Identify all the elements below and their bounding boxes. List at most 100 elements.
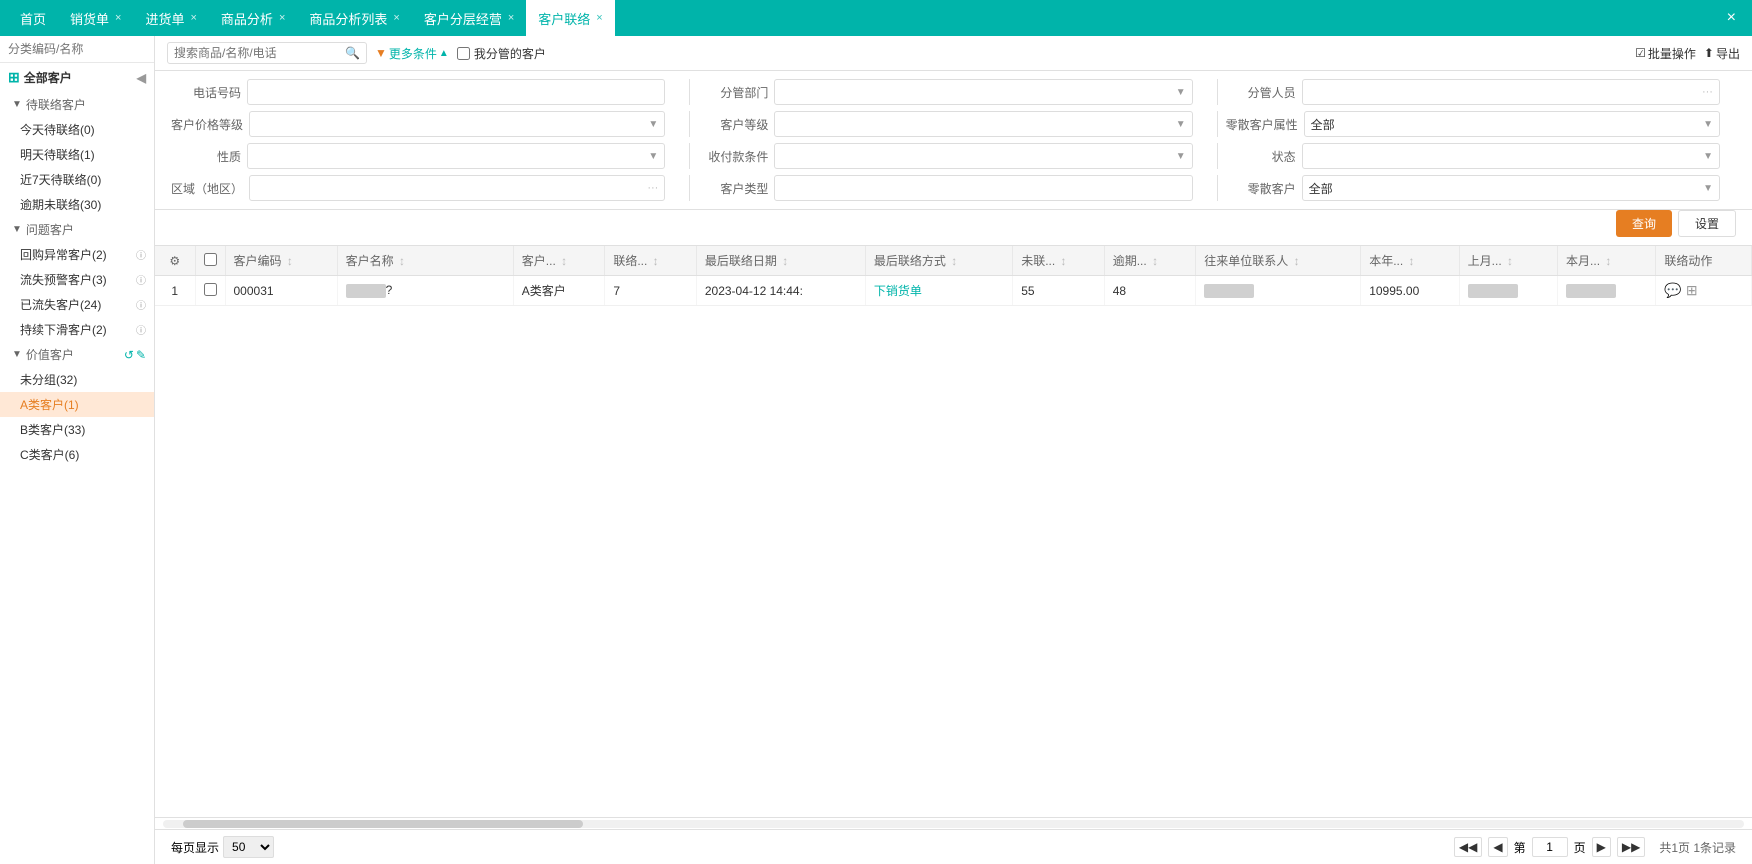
- query-button[interactable]: 查询: [1616, 210, 1672, 237]
- field-nature-select[interactable]: ▼: [247, 143, 665, 169]
- field-region-input[interactable]: ···: [249, 175, 665, 201]
- sidebar-item-1-3[interactable]: 持续下滑客户(2) ⓘ: [0, 317, 154, 342]
- th-action[interactable]: 联络动作: [1656, 246, 1752, 276]
- sidebar-section-0[interactable]: ▼待联络客户: [0, 92, 154, 117]
- th-level[interactable]: 客户... ↕: [513, 246, 605, 276]
- last-method-link-0[interactable]: 下销货单: [874, 284, 922, 298]
- nav-tab-customer-layer[interactable]: 客户分层经营 ×: [412, 0, 526, 36]
- export-btn[interactable]: ⬆ 导出: [1704, 45, 1740, 62]
- row-checkbox-0[interactable]: [204, 283, 217, 296]
- batch-op-btn[interactable]: ☑ 批量操作: [1635, 45, 1696, 62]
- horizontal-scrollbar[interactable]: [155, 817, 1752, 829]
- sidebar-item-label-2-0: 未分组(32): [20, 371, 77, 388]
- page-size-select[interactable]: 501020100: [223, 836, 274, 858]
- field-dept-select[interactable]: ▼: [774, 79, 1192, 105]
- settings-button[interactable]: 设置: [1678, 210, 1736, 237]
- section-refresh-icon[interactable]: ↺: [124, 348, 134, 362]
- th-linkman[interactable]: 往来单位联系人 ↕: [1196, 246, 1361, 276]
- sidebar-item-0-1[interactable]: 明天待联络(1): [0, 142, 154, 167]
- field-status-select[interactable]: ▼: [1302, 143, 1720, 169]
- grid-icon-0[interactable]: ⊞: [1686, 282, 1698, 299]
- section-edit-icon[interactable]: ✎: [136, 348, 146, 362]
- field-customer-type: 客户类型: [698, 175, 1208, 201]
- sidebar-item-label-1-3: 持续下滑客户(2): [20, 321, 107, 338]
- sidebar-item-0-0[interactable]: 今天待联络(0): [0, 117, 154, 142]
- field-person-input[interactable]: ···: [1302, 79, 1720, 105]
- next-page-btn[interactable]: ▶: [1592, 837, 1611, 857]
- sidebar-item-info-icon-1-3[interactable]: ⓘ: [136, 322, 146, 337]
- cell-last-method-0[interactable]: 下销货单: [865, 276, 1012, 306]
- field-phone-label: 电话号码: [171, 84, 241, 101]
- sidebar-item-info-icon-1-0[interactable]: ⓘ: [136, 247, 146, 262]
- last-page-btn[interactable]: ▶▶: [1617, 837, 1645, 857]
- sidebar-item-label-2-2: B类客户(33): [20, 421, 85, 438]
- sidebar-item-2-2[interactable]: B类客户(33): [0, 417, 154, 442]
- sidebar-collapse-btn[interactable]: ◀: [137, 71, 146, 85]
- sidebar-item-1-2[interactable]: 已流失客户(24)ⓘ: [0, 292, 154, 317]
- sidebar-section-1[interactable]: ▼问题客户: [0, 217, 154, 242]
- field-customer-type-input[interactable]: [774, 175, 1192, 201]
- field-price-level: 客户价格等级 ▼: [171, 111, 681, 137]
- th-contact[interactable]: 联络... ↕: [605, 246, 697, 276]
- window-close-btn[interactable]: ×: [1719, 9, 1744, 27]
- main-search-icon[interactable]: 🔍: [345, 46, 360, 60]
- page-number-input[interactable]: [1532, 837, 1568, 857]
- th-name[interactable]: 客户名称 ↕: [337, 246, 513, 276]
- sidebar-item-1-1[interactable]: 流失预警客户(3)ⓘ: [0, 267, 154, 292]
- chat-icon-0[interactable]: 💬: [1664, 282, 1681, 299]
- nav-tab-goods-list[interactable]: 商品分析列表 ×: [297, 0, 411, 36]
- sidebar-all-customers[interactable]: ⊞ 全部客户 ◀: [0, 63, 154, 92]
- prev-page-btn[interactable]: ◀: [1488, 837, 1507, 857]
- select-all-checkbox[interactable]: [204, 253, 217, 266]
- sidebar-item-info-icon-1-2[interactable]: ⓘ: [136, 297, 146, 312]
- nav-tab-customer-contact[interactable]: 客户联络 ×: [526, 0, 614, 36]
- filter-my-customers[interactable]: 我分管的客户: [457, 45, 546, 62]
- main-search-input[interactable]: [174, 46, 341, 60]
- th-no-contact[interactable]: 未联... ↕: [1013, 246, 1105, 276]
- sidebar-item-2-3[interactable]: C类客户(6): [0, 442, 154, 467]
- close-tab-goods-list[interactable]: ×: [393, 12, 399, 24]
- nav-tab-goods-analysis[interactable]: 商品分析 ×: [209, 0, 297, 36]
- first-page-btn[interactable]: ◀◀: [1454, 837, 1482, 857]
- field-retail-attr-label: 零散客户属性: [1226, 116, 1298, 133]
- th-overdue[interactable]: 逾期... ↕: [1104, 246, 1196, 276]
- sidebar-search-input[interactable]: [8, 42, 155, 56]
- close-tab-goods-analysis[interactable]: ×: [279, 12, 285, 24]
- sidebar-item-2-1[interactable]: A类客户(1): [0, 392, 154, 417]
- sidebar-item-0-3[interactable]: 逾期未联络(30): [0, 192, 154, 217]
- field-customer-level-select[interactable]: ▼: [774, 111, 1192, 137]
- close-tab-purchase[interactable]: ×: [190, 12, 196, 24]
- sidebar-item-2-0[interactable]: 未分组(32): [0, 367, 154, 392]
- th-last-date[interactable]: 最后联络日期 ↕: [696, 246, 865, 276]
- th-this-month[interactable]: 本月... ↕: [1558, 246, 1656, 276]
- nav-tab-sales[interactable]: 销货单 ×: [58, 0, 133, 36]
- nav-tab-home[interactable]: 首页: [8, 0, 58, 36]
- scroll-thumb[interactable]: [183, 820, 583, 828]
- field-person: 分管人员 ···: [1226, 79, 1736, 105]
- data-table-area: ⚙ 客户编码 ↕ 客户名称 ↕ 客户... ↕ 联络... ↕ 最后联络日期 ↕…: [155, 246, 1752, 817]
- close-tab-sales[interactable]: ×: [115, 12, 121, 24]
- page-size-label: 每页显示: [171, 839, 219, 856]
- th-last-month[interactable]: 上月... ↕: [1459, 246, 1557, 276]
- field-phone-input[interactable]: [247, 79, 665, 105]
- close-tab-customer-contact[interactable]: ×: [596, 12, 602, 24]
- nav-tab-purchase[interactable]: 进货单 ×: [133, 0, 208, 36]
- my-customers-checkbox[interactable]: [457, 47, 470, 60]
- th-this-year[interactable]: 本年... ↕: [1361, 246, 1459, 276]
- sidebar-section-2[interactable]: ▼价值客户↺✎: [0, 342, 154, 367]
- th-last-method[interactable]: 最后联络方式 ↕: [865, 246, 1012, 276]
- sidebar-item-info-icon-1-1[interactable]: ⓘ: [136, 272, 146, 287]
- field-retail-attr-select[interactable]: 全部▼: [1304, 111, 1720, 137]
- field-retail-customer-select[interactable]: 全部▼: [1302, 175, 1720, 201]
- adv-filter: 电话号码 分管部门 ▼ 分管人员 ···: [155, 71, 1752, 246]
- close-tab-customer-layer[interactable]: ×: [508, 12, 514, 24]
- th-code[interactable]: 客户编码 ↕: [225, 246, 337, 276]
- field-payment-select[interactable]: ▼: [774, 143, 1192, 169]
- th-settings[interactable]: ⚙: [155, 246, 195, 276]
- cell-check-0[interactable]: [195, 276, 225, 306]
- th-check[interactable]: [195, 246, 225, 276]
- filter-more-btn[interactable]: ▼ 更多条件 ▲: [375, 45, 449, 62]
- sidebar-item-0-2[interactable]: 近7天待联络(0): [0, 167, 154, 192]
- sidebar-item-1-0[interactable]: 回购异常客户(2)ⓘ: [0, 242, 154, 267]
- field-price-level-select[interactable]: ▼: [249, 111, 665, 137]
